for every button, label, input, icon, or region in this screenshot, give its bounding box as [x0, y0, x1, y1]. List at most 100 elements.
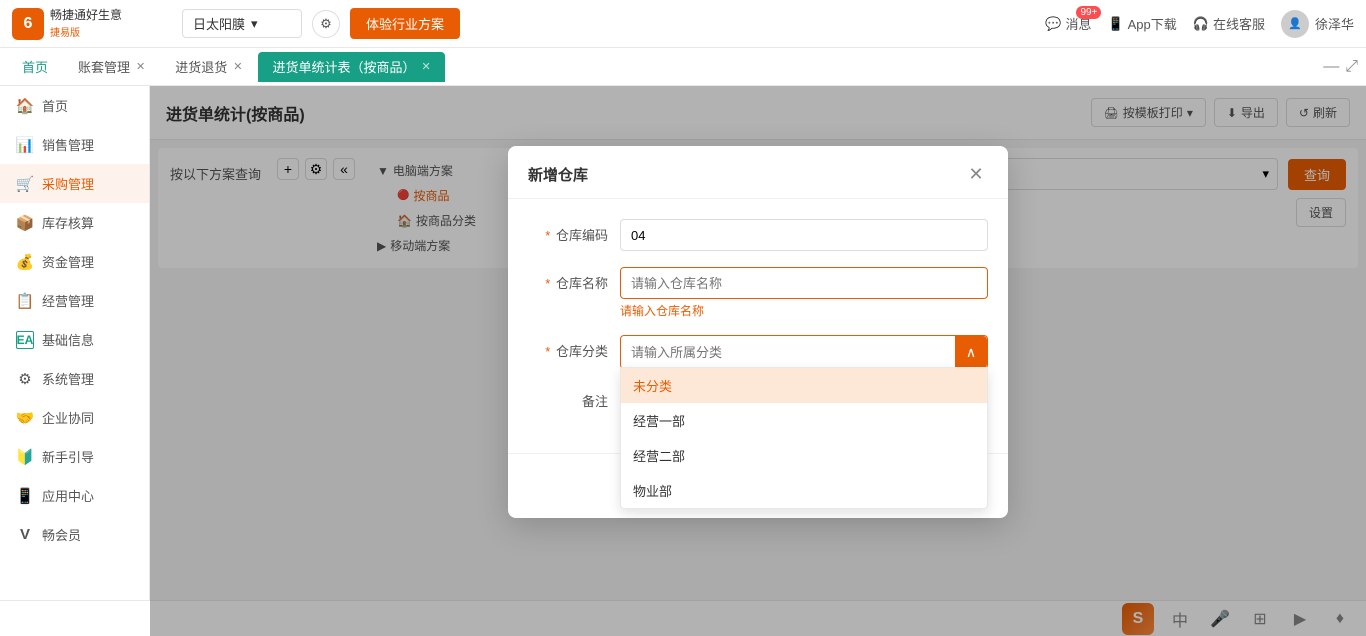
tab-purchase-return-close[interactable]: ✕: [233, 60, 242, 73]
finance-icon: 💰: [16, 253, 34, 271]
store-name: 日太阳膜: [193, 14, 245, 33]
code-input[interactable]: [620, 219, 988, 251]
sidebar-item-apps[interactable]: 📱 应用中心: [0, 476, 149, 515]
tab-purchase-return[interactable]: 进货退货 ✕: [161, 52, 256, 82]
sidebar-item-finance[interactable]: 💰 资金管理: [0, 242, 149, 281]
sidebar-item-vip-label: 畅会员: [42, 525, 81, 544]
category-input-wrap: ∧: [620, 335, 988, 369]
sidebar-item-home-label: 首页: [42, 96, 68, 115]
top-header: 6 畅捷通好生意 捷易版 日太阳膜 ▾ ⚙ 体验行业方案 💬 消息 99+ 📱 …: [0, 0, 1366, 48]
category-field: ∧ 未分类 经营一部 经营二部 物业部: [620, 335, 988, 369]
logo-text: 畅捷通好生意: [50, 8, 122, 24]
required-star: *: [545, 228, 550, 243]
vip-icon: V: [16, 526, 34, 544]
category-toggle-button[interactable]: ∧: [955, 336, 987, 368]
basic-info-icon: EA: [16, 331, 34, 349]
form-row-category: * 仓库分类 ∧ 未分类 经营一部 经: [528, 335, 988, 369]
sidebar-item-sales-label: 销售管理: [42, 135, 94, 154]
name-field: 请输入仓库名称: [620, 267, 988, 319]
category-label: * 仓库分类: [528, 335, 608, 360]
tab-purchase-stats[interactable]: 进货单统计表（按商品） ✕: [258, 52, 444, 82]
logo-icon: 6: [12, 8, 44, 40]
sidebar-item-guide[interactable]: 🔰 新手引导: [0, 437, 149, 476]
tab-collapse-icon[interactable]: —: [1323, 58, 1339, 76]
purchase-icon: 🛒: [16, 175, 34, 193]
logo-area: 6 畅捷通好生意 捷易版: [12, 8, 162, 40]
sidebar-item-home[interactable]: 🏠 首页: [0, 86, 149, 125]
required-star-cat: *: [545, 344, 550, 359]
sidebar-item-operations-label: 经营管理: [42, 291, 94, 310]
home-icon: 🏠: [16, 97, 34, 115]
inventory-icon: 📦: [16, 214, 34, 232]
sidebar-item-inventory-label: 库存核算: [42, 213, 94, 232]
sidebar-item-finance-label: 资金管理: [42, 252, 94, 271]
tab-expand-icon[interactable]: ⤢: [1345, 58, 1358, 76]
modal-header: 新增仓库 ✕: [508, 146, 1008, 199]
modal-close-button[interactable]: ✕: [964, 162, 988, 186]
sidebar-item-cooperation-label: 企业协同: [42, 408, 94, 427]
messages-badge: 99+: [1076, 6, 1101, 19]
apps-icon: 📱: [16, 487, 34, 505]
sidebar-item-vip[interactable]: V 畅会员: [0, 515, 149, 554]
form-row-code: * 仓库编码: [528, 219, 988, 251]
online-service-label: 在线客服: [1213, 14, 1265, 33]
tab-controls: — ⤢: [1323, 58, 1358, 76]
sidebar-item-basic-info-label: 基础信息: [42, 330, 94, 349]
modal-title: 新增仓库: [528, 164, 588, 185]
main-layout: 🏠 首页 📊 销售管理 🛒 采购管理 📦 库存核算 💰 资金管理 📋 经营管理 …: [0, 86, 1366, 636]
message-icon: 💬: [1045, 16, 1061, 32]
dropdown-option-1[interactable]: 经营一部: [621, 403, 987, 438]
tab-purchase-stats-close[interactable]: ✕: [422, 60, 431, 73]
sidebar-item-purchase-label: 采购管理: [42, 174, 94, 193]
modal-body: * 仓库编码 * 仓库名称: [508, 199, 1008, 453]
name-input[interactable]: [620, 267, 988, 299]
modal-overlay: 新增仓库 ✕ * 仓库编码: [150, 86, 1366, 636]
category-input[interactable]: [621, 336, 955, 368]
logo-sub: 捷易版: [50, 24, 122, 39]
guide-icon: 🔰: [16, 448, 34, 466]
modal-add-warehouse: 新增仓库 ✕ * 仓库编码: [508, 146, 1008, 518]
system-icon: ⚙: [16, 370, 34, 388]
sidebar-item-sales[interactable]: 📊 销售管理: [0, 125, 149, 164]
messages-button[interactable]: 💬 消息 99+: [1045, 14, 1091, 33]
form-row-name: * 仓库名称 请输入仓库名称: [528, 267, 988, 319]
tab-home[interactable]: 首页: [8, 52, 62, 82]
operations-icon: 📋: [16, 292, 34, 310]
user-area[interactable]: 👤 徐泽华: [1281, 10, 1354, 38]
category-dropdown: 未分类 经营一部 经营二部 物业部: [620, 367, 988, 509]
sidebar-item-basic-info[interactable]: EA 基础信息: [0, 320, 149, 359]
tab-accounts-close[interactable]: ✕: [136, 60, 145, 73]
sidebar: 🏠 首页 📊 销售管理 🛒 采购管理 📦 库存核算 💰 资金管理 📋 经营管理 …: [0, 86, 150, 636]
dropdown-option-3[interactable]: 物业部: [621, 473, 987, 508]
headset-icon: 🎧: [1193, 16, 1209, 32]
name-error-msg: 请输入仓库名称: [620, 302, 988, 319]
online-service-button[interactable]: 🎧 在线客服: [1193, 14, 1265, 33]
sales-icon: 📊: [16, 136, 34, 154]
dropdown-option-2[interactable]: 经营二部: [621, 438, 987, 473]
code-label: * 仓库编码: [528, 219, 608, 244]
sidebar-item-apps-label: 应用中心: [42, 486, 94, 505]
sidebar-item-purchase[interactable]: 🛒 采购管理: [0, 164, 149, 203]
tab-purchase-return-label: 进货退货: [175, 57, 227, 76]
logo-text-wrap: 畅捷通好生意 捷易版: [50, 8, 122, 39]
cooperation-icon: 🤝: [16, 409, 34, 427]
sidebar-item-cooperation[interactable]: 🤝 企业协同: [0, 398, 149, 437]
sidebar-item-operations[interactable]: 📋 经营管理: [0, 281, 149, 320]
avatar: 👤: [1281, 10, 1309, 38]
app-download-label: App下载: [1128, 14, 1177, 33]
phone-icon: 📱: [1107, 16, 1123, 32]
dropdown-option-0[interactable]: 未分类: [621, 368, 987, 403]
settings-button[interactable]: ⚙: [312, 10, 340, 38]
app-download-button[interactable]: 📱 App下载: [1107, 14, 1176, 33]
notes-label: 备注: [528, 385, 608, 410]
sidebar-item-system-label: 系统管理: [42, 369, 94, 388]
trial-button[interactable]: 体验行业方案: [350, 8, 460, 39]
sidebar-item-system[interactable]: ⚙ 系统管理: [0, 359, 149, 398]
username: 徐泽华: [1315, 14, 1354, 33]
store-selector[interactable]: 日太阳膜 ▾: [182, 9, 302, 38]
header-center: 日太阳膜 ▾ ⚙ 体验行业方案: [182, 8, 1025, 39]
sidebar-item-inventory[interactable]: 📦 库存核算: [0, 203, 149, 242]
tab-accounts[interactable]: 账套管理 ✕: [64, 52, 159, 82]
content-area: 进货单统计(按商品) 🖨 按模板打印 ▾ ⬇ 导出 ↺ 刷新 按以下方案查询: [150, 86, 1366, 636]
sidebar-item-guide-label: 新手引导: [42, 447, 94, 466]
